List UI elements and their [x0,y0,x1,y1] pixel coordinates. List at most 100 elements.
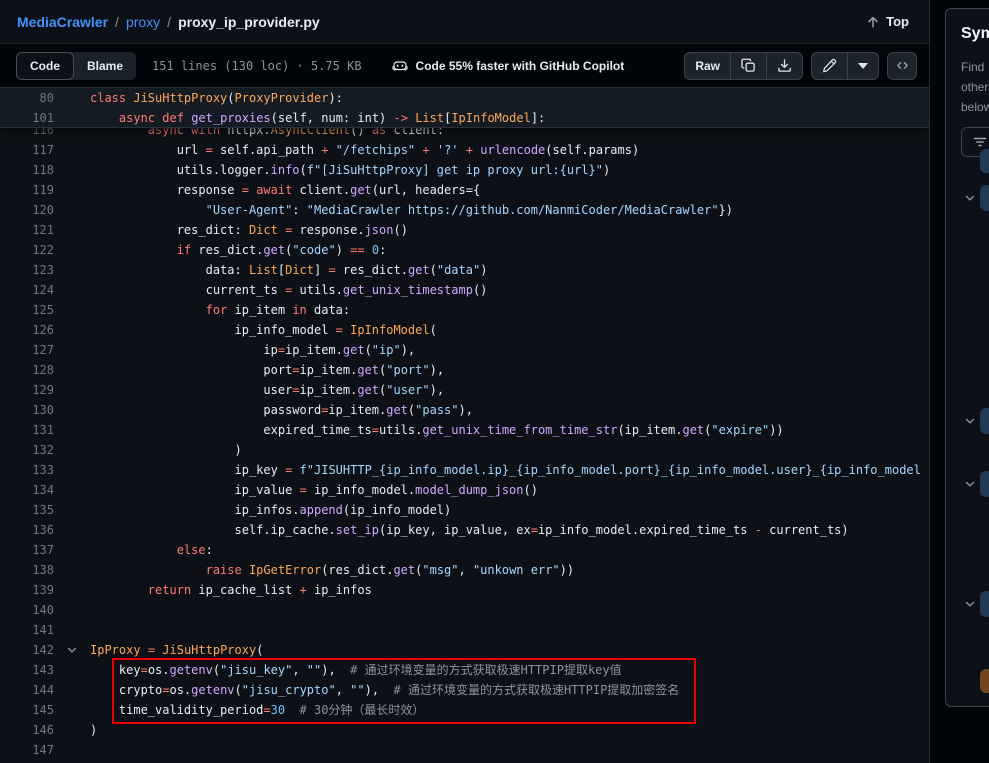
code-text: utils.logger.info(f"[JiSuHttpProxy] get … [90,160,610,180]
copy-raw-button[interactable] [730,53,766,79]
line-number[interactable]: 135 [0,503,54,517]
code-viewer: 116 async with httpx.AsyncClient() as cl… [0,88,929,763]
edit-file-button[interactable] [812,53,847,79]
line-number[interactable]: 140 [0,603,54,617]
code-line: 124 current_ts = utils.get_unix_timestam… [0,280,929,300]
line-number[interactable]: 144 [0,683,54,697]
line-number[interactable]: 101 [0,111,54,125]
scroll-to-top-button[interactable]: Top [866,14,909,29]
symbols-panel: Sym Find other below [945,8,989,707]
line-number[interactable]: 117 [0,143,54,157]
line-number[interactable]: 142 [0,643,54,657]
line-number[interactable]: 138 [0,563,54,577]
line-number[interactable]: 123 [0,263,54,277]
symbols-desc-line: Find [961,57,989,77]
code-text: data: List[Dict] = res_dict.get("data") [90,260,487,280]
code-line: 122 if res_dict.get("code") == 0: [0,240,929,260]
line-number[interactable]: 147 [0,743,54,757]
code-line: 144 crypto=os.getenv("jisu_crypto", ""),… [0,680,929,700]
symbol-pill[interactable] [980,591,989,617]
code-text: IpProxy = JiSuHttpProxy( [90,640,263,660]
symbol-pill[interactable] [980,408,989,434]
line-number[interactable]: 127 [0,343,54,357]
code-text: ) [90,720,97,740]
symbol-group-chevron[interactable] [964,192,976,204]
line-number[interactable]: 136 [0,523,54,537]
top-button-label: Top [886,14,909,29]
code-symbols-icon [895,58,910,73]
line-number[interactable]: 121 [0,223,54,237]
symbol-pill[interactable] [980,471,989,497]
collapse-chevron-icon[interactable] [964,415,976,427]
line-number[interactable]: 120 [0,203,54,217]
line-number[interactable]: 125 [0,303,54,317]
code-text: port=ip_item.get("port"), [90,360,444,380]
line-number[interactable]: 145 [0,703,54,717]
line-number[interactable]: 137 [0,543,54,557]
download-icon [777,58,792,73]
symbol-pill[interactable] [980,669,989,693]
line-number[interactable]: 131 [0,423,54,437]
code-text: self.ip_cache.set_ip(ip_key, ip_value, e… [90,520,849,540]
code-text: if res_dict.get("code") == 0: [90,240,386,260]
file-toolbar: Code Blame 151 lines (130 loc) · 5.75 KB… [0,44,929,88]
line-number[interactable]: 118 [0,163,54,177]
code-text: ip_key = f"JISUHTTP_{ip_info_model.ip}_{… [90,460,921,480]
code-line: 119 response = await client.get(url, hea… [0,180,929,200]
line-number[interactable]: 80 [0,91,54,105]
code-line: 126 ip_info_model = IpInfoModel( [0,320,929,340]
symbol-pill[interactable] [980,185,989,211]
line-number[interactable]: 133 [0,463,54,477]
line-number[interactable]: 126 [0,323,54,337]
collapse-chevron-icon[interactable] [964,192,976,204]
code-line: 80class JiSuHttpProxy(ProxyProvider): [0,88,929,108]
collapse-chevron-icon[interactable] [964,478,976,490]
code-text: time_validity_period=30 # 30分钟（最长时效） [90,700,424,720]
symbol-group-chevron[interactable] [964,415,976,427]
line-number[interactable]: 129 [0,383,54,397]
code-text: user=ip_item.get("user"), [90,380,444,400]
collapse-chevron-icon[interactable] [66,644,78,656]
line-number[interactable]: 139 [0,583,54,597]
edit-dropdown-button[interactable] [847,53,878,79]
code-line: 140 [0,600,929,620]
copy-icon [741,58,756,73]
line-number[interactable]: 134 [0,483,54,497]
breadcrumb: MediaCrawler / proxy / proxy_ip_provider… [0,0,929,44]
download-raw-button[interactable] [766,53,802,79]
line-number[interactable]: 130 [0,403,54,417]
symbols-desc-line: other [961,77,989,97]
sticky-scope-header: 80class JiSuHttpProxy(ProxyProvider): 101… [0,88,929,128]
line-number[interactable]: 128 [0,363,54,377]
code-line: 118 utils.logger.info(f"[JiSuHttpProxy] … [0,160,929,180]
line-collapse-toggle[interactable] [54,644,90,656]
breadcrumb-repo-link[interactable]: MediaCrawler [17,14,108,30]
line-number[interactable]: 132 [0,443,54,457]
code-line: 147 [0,740,929,760]
symbol-pill[interactable] [980,149,989,173]
line-number[interactable]: 119 [0,183,54,197]
copilot-icon [392,58,408,74]
tab-code[interactable]: Code [16,52,74,80]
breadcrumb-folder-link[interactable]: proxy [126,14,160,30]
line-number[interactable]: 141 [0,623,54,637]
symbols-panel-toggle-button[interactable] [887,52,917,80]
line-number[interactable]: 124 [0,283,54,297]
code-lines-container: 116 async with httpx.AsyncClient() as cl… [0,120,929,760]
collapse-chevron-icon[interactable] [964,598,976,610]
line-number[interactable]: 146 [0,723,54,737]
line-number[interactable]: 122 [0,243,54,257]
code-text: key=os.getenv("jisu_key", ""), # 通过环境变量的… [90,660,622,680]
code-line: 135 ip_infos.append(ip_info_model) [0,500,929,520]
code-text: else: [90,540,213,560]
code-text: expired_time_ts=utils.get_unix_time_from… [90,420,784,440]
pencil-icon [822,58,837,73]
line-number[interactable]: 143 [0,663,54,677]
symbol-group-chevron[interactable] [964,598,976,610]
symbol-group-chevron[interactable] [964,478,976,490]
tab-blame[interactable]: Blame [74,52,136,80]
code-line: 143 key=os.getenv("jisu_key", ""), # 通过环… [0,660,929,680]
code-line: 142 IpProxy = JiSuHttpProxy( [0,640,929,660]
raw-button[interactable]: Raw [685,53,730,79]
arrow-up-icon [866,15,880,29]
